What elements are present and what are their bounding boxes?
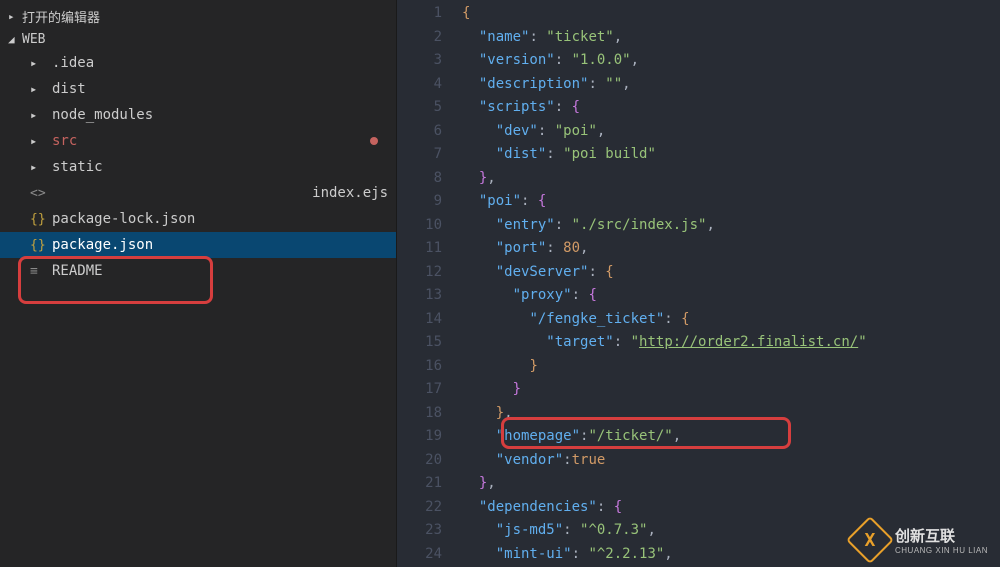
file-icon: {} <box>30 212 50 227</box>
chevron-right-icon: ▸ <box>30 160 48 174</box>
tree-item-node_modules[interactable]: ▸ node_modules <box>0 102 396 128</box>
line-number: 16 <box>397 355 442 379</box>
project-root-label: WEB <box>22 32 45 47</box>
tree-item-label: index.ejs <box>312 185 388 201</box>
chevron-right-icon: ▸ <box>30 82 48 96</box>
tree-item-label: README <box>52 263 103 279</box>
tree-item-package-json[interactable]: {}package.json <box>0 232 396 258</box>
chevron-right-icon: ▸ <box>30 108 48 122</box>
code-line[interactable]: } <box>462 355 1000 379</box>
watermark-logo-icon: X <box>846 516 894 564</box>
line-number: 4 <box>397 73 442 97</box>
tree-item-label: node_modules <box>52 107 153 123</box>
line-number: 13 <box>397 284 442 308</box>
chevron-right-icon: ▸ <box>8 10 22 23</box>
tree-item-label: dist <box>52 81 86 97</box>
chevron-right-icon: ▸ <box>30 134 48 148</box>
code-line[interactable]: "devServer": { <box>462 261 1000 285</box>
code-line[interactable]: }, <box>462 167 1000 191</box>
line-number: 5 <box>397 96 442 120</box>
code-line[interactable]: } <box>462 378 1000 402</box>
code-line[interactable]: "vendor":true <box>462 449 1000 473</box>
line-number: 24 <box>397 543 442 567</box>
watermark-subtext: CHUANG XIN HU LIAN <box>895 546 988 555</box>
line-number: 14 <box>397 308 442 332</box>
tree-item-label: .idea <box>52 55 94 71</box>
open-editors-header[interactable]: ▸ 打开的编辑器 <box>0 4 396 29</box>
tree-item-label: package.json <box>52 237 153 253</box>
code-line[interactable]: "version": "1.0.0", <box>462 49 1000 73</box>
code-line[interactable]: "dependencies": { <box>462 496 1000 520</box>
tree-item-package-lock-json[interactable]: {}package-lock.json <box>0 206 396 232</box>
open-editors-label: 打开的编辑器 <box>22 7 100 26</box>
code-line[interactable]: "name": "ticket", <box>462 26 1000 50</box>
code-content[interactable]: { "name": "ticket", "version": "1.0.0", … <box>462 0 1000 567</box>
line-number: 11 <box>397 237 442 261</box>
file-icon: ≡ <box>30 264 50 279</box>
code-line[interactable]: }, <box>462 472 1000 496</box>
tree-item-static[interactable]: ▸ static <box>0 154 396 180</box>
chevron-down-icon: ◢ <box>8 33 22 46</box>
line-number: 1 <box>397 2 442 26</box>
code-line[interactable]: }, <box>462 402 1000 426</box>
code-line[interactable]: { <box>462 2 1000 26</box>
line-number: 21 <box>397 472 442 496</box>
watermark: X 创新互联 CHUANG XIN HU LIAN <box>853 523 988 557</box>
tree-item-src[interactable]: ▸ src <box>0 128 396 154</box>
line-number: 19 <box>397 425 442 449</box>
line-number: 23 <box>397 519 442 543</box>
code-line[interactable]: "scripts": { <box>462 96 1000 120</box>
tree-item-README[interactable]: ≡README <box>0 258 396 284</box>
code-line[interactable]: "homepage":"/ticket/", <box>462 425 1000 449</box>
tree-item-label: src <box>52 133 77 149</box>
file-tree: ▸ .idea ▸ dist ▸ node_modules ▸ src ▸ static <>ind… <box>0 50 396 284</box>
line-number: 8 <box>397 167 442 191</box>
code-line[interactable]: "dev": "poi", <box>462 120 1000 144</box>
file-icon: {} <box>30 238 50 253</box>
code-line[interactable]: "dist": "poi build" <box>462 143 1000 167</box>
line-number: 12 <box>397 261 442 285</box>
tree-item-index-ejs[interactable]: <>index.ejs <box>0 180 396 206</box>
tree-item--idea[interactable]: ▸ .idea <box>0 50 396 76</box>
line-number: 3 <box>397 49 442 73</box>
code-line[interactable]: "proxy": { <box>462 284 1000 308</box>
code-line[interactable]: "/fengke_ticket": { <box>462 308 1000 332</box>
tree-item-dist[interactable]: ▸ dist <box>0 76 396 102</box>
line-number: 2 <box>397 26 442 50</box>
code-line[interactable]: "port": 80, <box>462 237 1000 261</box>
file-icon: <> <box>30 180 310 206</box>
modified-indicator-icon <box>370 137 378 145</box>
line-number: 10 <box>397 214 442 238</box>
line-number: 15 <box>397 331 442 355</box>
line-number-gutter: 123456789101112131415161718192021222324 <box>397 0 462 567</box>
line-number: 22 <box>397 496 442 520</box>
line-number: 9 <box>397 190 442 214</box>
code-editor[interactable]: 123456789101112131415161718192021222324 … <box>397 0 1000 567</box>
code-line[interactable]: "poi": { <box>462 190 1000 214</box>
tree-item-label: package-lock.json <box>52 211 195 227</box>
code-line[interactable]: "entry": "./src/index.js", <box>462 214 1000 238</box>
code-line[interactable]: "description": "", <box>462 73 1000 97</box>
watermark-text: 创新互联 <box>895 525 988 546</box>
line-number: 6 <box>397 120 442 144</box>
line-number: 20 <box>397 449 442 473</box>
chevron-right-icon: ▸ <box>30 56 48 70</box>
line-number: 18 <box>397 402 442 426</box>
sidebar: ▸ 打开的编辑器 ◢ WEB ▸.idea▸dist▸node_modules▸… <box>0 0 397 567</box>
line-number: 7 <box>397 143 442 167</box>
line-number: 17 <box>397 378 442 402</box>
project-root-header[interactable]: ◢ WEB <box>0 29 396 50</box>
tree-item-label: static <box>52 159 103 175</box>
code-line[interactable]: "target": "http://order2.finalist.cn/" <box>462 331 1000 355</box>
